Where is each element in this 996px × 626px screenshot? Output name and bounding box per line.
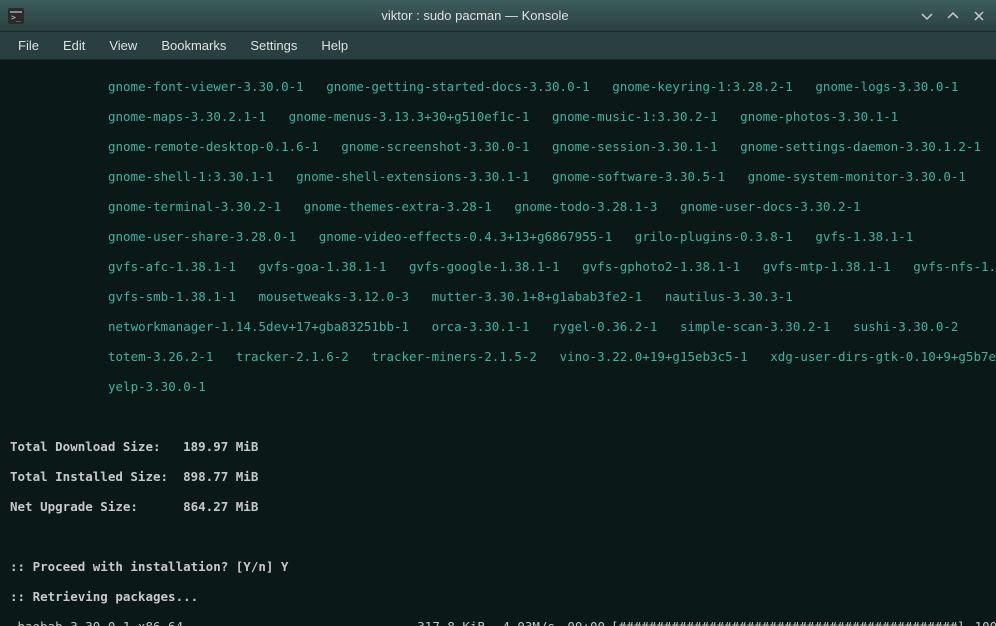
minimize-button[interactable] — [918, 7, 936, 25]
package-line: gnome-shell-1:3.30.1-1 gnome-shell-exten… — [10, 169, 986, 184]
package-line: gvfs-afc-1.38.1-1 gvfs-goa-1.38.1-1 gvfs… — [10, 259, 986, 274]
total-installed-size: Total Installed Size: 898.77 MiB — [10, 469, 986, 484]
total-download-size: Total Download Size: 189.97 MiB — [10, 439, 986, 454]
download-time: 00:00 — [555, 619, 605, 626]
menu-edit[interactable]: Edit — [53, 34, 95, 57]
net-upgrade-size: Net Upgrade Size: 864.27 MiB — [10, 499, 986, 514]
menubar: File Edit View Bookmarks Settings Help — [0, 32, 996, 60]
package-line: totem-3.26.2-1 tracker-2.1.6-2 tracker-m… — [10, 349, 986, 364]
menu-help[interactable]: Help — [311, 34, 358, 57]
maximize-button[interactable] — [944, 7, 962, 25]
svg-text:>_: >_ — [11, 13, 21, 22]
app-icon: >_ — [8, 8, 24, 24]
download-speed: 4.03M/s — [485, 619, 555, 626]
package-line: gnome-remote-desktop-0.1.6-1 gnome-scree… — [10, 139, 986, 154]
terminal-output[interactable]: gnome-font-viewer-3.30.0-1 gnome-getting… — [0, 60, 996, 626]
package-line: gnome-maps-3.30.2.1-1 gnome-menus-3.13.3… — [10, 109, 986, 124]
download-name: baobab-3.30.0-1-x86_64 — [10, 619, 400, 626]
package-line: networkmanager-1.14.5dev+17+gba83251bb-1… — [10, 319, 986, 334]
download-percent: 100% — [965, 619, 996, 626]
retrieving-packages: :: Retrieving packages... — [10, 589, 986, 604]
package-line: gnome-font-viewer-3.30.0-1 gnome-getting… — [10, 79, 986, 94]
download-progressbar: [#######################################… — [605, 619, 965, 626]
package-line: gnome-terminal-3.30.2-1 gnome-themes-ext… — [10, 199, 986, 214]
menu-file[interactable]: File — [8, 34, 49, 57]
package-line: gnome-user-share-3.28.0-1 gnome-video-ef… — [10, 229, 986, 244]
close-button[interactable] — [970, 7, 988, 25]
window-controls — [918, 7, 988, 25]
package-line: gvfs-smb-1.38.1-1 mousetweaks-3.12.0-3 m… — [10, 289, 986, 304]
menu-view[interactable]: View — [99, 34, 147, 57]
menu-bookmarks[interactable]: Bookmarks — [151, 34, 236, 57]
window-titlebar: >_ viktor : sudo pacman — Konsole — [0, 0, 996, 32]
package-line: yelp-3.30.0-1 — [10, 379, 986, 394]
proceed-prompt: :: Proceed with installation? [Y/n] Y — [10, 559, 986, 574]
window-title: viktor : sudo pacman — Konsole — [32, 8, 918, 23]
menu-settings[interactable]: Settings — [240, 34, 307, 57]
download-row: baobab-3.30.0-1-x86_64317.8 KiB 4.03M/s … — [10, 619, 986, 626]
download-size: 317.8 KiB — [400, 619, 485, 626]
